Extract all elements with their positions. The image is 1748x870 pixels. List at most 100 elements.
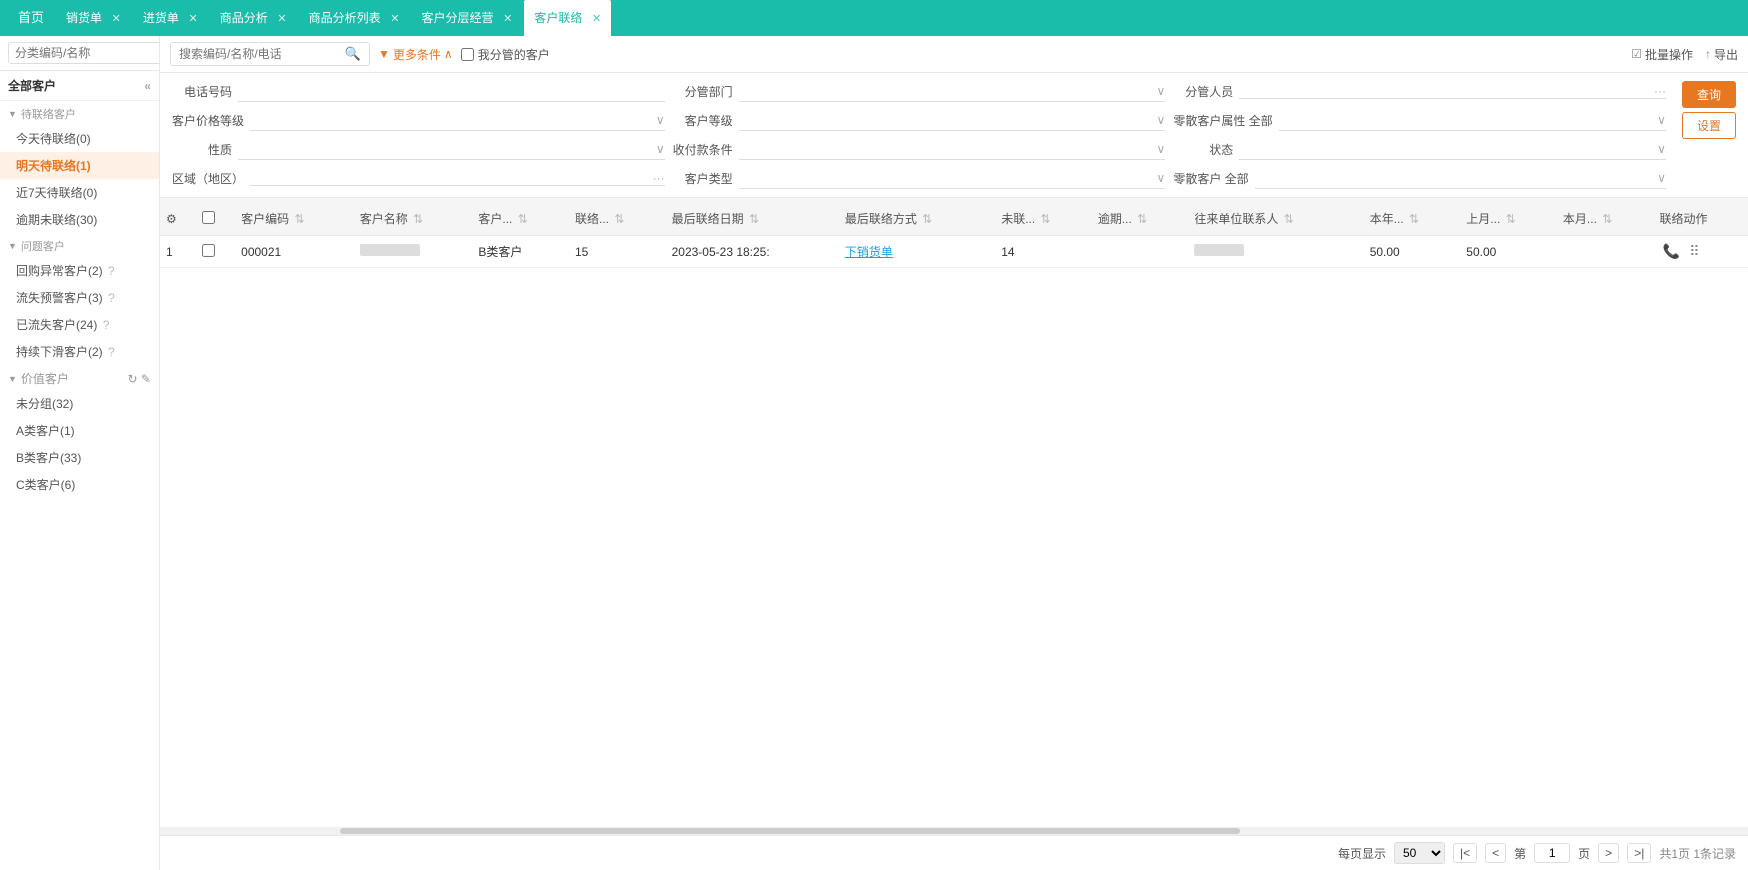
nav-customer-contact[interactable]: 客户联络 ✕: [524, 0, 611, 36]
sidebar-all-customers[interactable]: 全部客户 «: [0, 71, 159, 101]
nav-goods-list-close[interactable]: ✕: [390, 13, 399, 25]
filter-dept-select[interactable]: ∨: [739, 81, 1166, 102]
col-code[interactable]: 客户编码 ⇅: [235, 202, 354, 236]
row-this-year: 50.00: [1364, 236, 1461, 268]
sidebar-item-tomorrow[interactable]: 明天待联络(1): [0, 152, 159, 179]
select-all-checkbox[interactable]: [202, 211, 215, 224]
row-index: 1: [160, 236, 196, 268]
sort-icon-company: ⇅: [1284, 212, 1294, 226]
action-more-icon[interactable]: ⠿: [1689, 243, 1699, 259]
filter-dept-arrow: ∨: [1157, 84, 1166, 98]
filter-customer-type-select[interactable]: ∨: [739, 168, 1166, 189]
filter-price-level-select[interactable]: ∨: [250, 110, 665, 131]
next-page-button[interactable]: >: [1598, 843, 1619, 863]
filter-retail-select[interactable]: ∨: [1255, 168, 1666, 189]
sidebar-item-declining[interactable]: 持续下滑客户(2) ?: [0, 338, 159, 365]
filter-payment-select[interactable]: ∨: [739, 139, 1166, 160]
col-type[interactable]: 客户... ⇅: [472, 202, 569, 236]
sidebar-item-today[interactable]: 今天待联络(0): [0, 125, 159, 152]
nav-home[interactable]: 首页: [8, 0, 54, 36]
col-last-method[interactable]: 最后联络方式 ⇅: [839, 202, 995, 236]
sidebar-item-repurchase[interactable]: 回购异常客户(2) ?: [0, 257, 159, 284]
my-customers-checkbox-area[interactable]: 我分管的客户: [461, 46, 550, 63]
sidebar-item-lost[interactable]: 已流失客户(24) ?: [0, 311, 159, 338]
col-overdue[interactable]: 逾期... ⇅: [1092, 202, 1189, 236]
main-search-icon[interactable]: 🔍: [345, 46, 361, 62]
sidebar-item-ungrouped[interactable]: 未分组(32): [0, 390, 159, 417]
table-header-row: ⚙ 客户编码 ⇅ 客户名称 ⇅ 客户... ⇅ 联络... ⇅ 最后联络日期 ⇅…: [160, 202, 1748, 236]
nav-purchase-close[interactable]: ✕: [189, 13, 198, 25]
col-this-month[interactable]: 本月... ⇅: [1557, 202, 1654, 236]
nav-goods-analysis-close[interactable]: ✕: [277, 13, 286, 25]
col-last-month[interactable]: 上月... ⇅: [1460, 202, 1557, 236]
col-checkbox[interactable]: [196, 202, 235, 236]
row-company-contact: [1188, 236, 1363, 268]
row-last-method[interactable]: 下销货单: [839, 236, 995, 268]
filter-region-dots[interactable]: ···: [653, 171, 665, 185]
sort-icon-this-month: ⇅: [1602, 212, 1612, 226]
row-contact-count: 15: [569, 236, 666, 268]
row-checkbox-cell[interactable]: [196, 236, 235, 268]
filter-phone-input[interactable]: [238, 81, 665, 102]
filter-price-level-arrow: ∨: [656, 113, 665, 127]
set-button[interactable]: 设置: [1682, 112, 1736, 139]
filter-customer-level-label: 客户等级: [673, 112, 733, 129]
last-page-button[interactable]: >|: [1627, 843, 1651, 863]
nav-customer-tier-close[interactable]: ✕: [503, 13, 512, 25]
query-button[interactable]: 查询: [1682, 81, 1736, 108]
page-size-select[interactable]: 50 100 200: [1394, 842, 1445, 864]
col-last-date[interactable]: 最后联络日期 ⇅: [666, 202, 839, 236]
action-phone-icon[interactable]: 📞: [1663, 243, 1680, 259]
sidebar-item-overdue[interactable]: 逾期未联络(30): [0, 206, 159, 233]
sidebar-item-class-c[interactable]: C类客户(6): [0, 471, 159, 498]
page-input[interactable]: [1534, 843, 1570, 863]
table-wrapper: ⚙ 客户编码 ⇅ 客户名称 ⇅ 客户... ⇅ 联络... ⇅ 最后联络日期 ⇅…: [160, 202, 1748, 827]
funnel-icon: ▼: [378, 47, 390, 61]
prev-page-button[interactable]: <: [1485, 843, 1506, 863]
nav-customer-tier[interactable]: 客户分层经营 ✕: [411, 0, 522, 36]
last-method-link[interactable]: 下销货单: [845, 245, 893, 259]
nav-goods-analysis[interactable]: 商品分析 ✕: [210, 0, 297, 36]
filter-payment: 收付款条件 ∨: [673, 139, 1166, 160]
my-customers-checkbox[interactable]: [461, 48, 474, 61]
col-contact-count[interactable]: 联络... ⇅: [569, 202, 666, 236]
filter-retail-attr-arrow: ∨: [1657, 113, 1666, 127]
main-search-input[interactable]: [179, 47, 341, 61]
filter-nature-label: 性质: [172, 141, 232, 158]
filter-status-select[interactable]: ∨: [1239, 139, 1666, 160]
first-page-button[interactable]: |<: [1453, 843, 1477, 863]
col-company-contact[interactable]: 往来单位联系人 ⇅: [1188, 202, 1363, 236]
export-button[interactable]: ↑ 导出: [1705, 46, 1738, 63]
nav-sales[interactable]: 销货单 ✕: [56, 0, 131, 36]
toolbar: 🔍 ▼ 更多条件 ∧ 我分管的客户 ☑ 批量操作 ↑ 导出: [160, 36, 1748, 73]
scroll-thumb[interactable]: [340, 828, 1240, 834]
table-footer: 每页显示 50 100 200 |< < 第 页 > >| 共1页 1条记录: [160, 835, 1748, 870]
col-this-year[interactable]: 本年... ⇅: [1364, 202, 1461, 236]
sidebar-item-lost-warning[interactable]: 流失预警客户(3) ?: [0, 284, 159, 311]
more-filters-button[interactable]: ▼ 更多条件 ∧: [378, 46, 453, 63]
filter-payment-arrow: ∨: [1157, 142, 1166, 156]
row-checkbox[interactable]: [202, 244, 215, 257]
sidebar-search-input[interactable]: [8, 42, 160, 64]
row-last-date: 2023-05-23 18:25:: [666, 236, 839, 268]
filter-manager-dots[interactable]: ···: [1654, 84, 1666, 98]
filter-customer-level-select[interactable]: ∨: [739, 110, 1166, 131]
nav-customer-contact-close[interactable]: ✕: [592, 13, 601, 25]
filter-nature-select[interactable]: ∨: [238, 139, 665, 160]
content-area: 🔍 ▼ 更多条件 ∧ 我分管的客户 ☑ 批量操作 ↑ 导出: [160, 36, 1748, 870]
filter-row-2: 客户价格等级 ∨ 客户等级 ∨: [172, 110, 1666, 131]
filter-retail-attr-select[interactable]: ∨: [1279, 110, 1666, 131]
help-icon-declining: ?: [108, 345, 115, 359]
sidebar-item-class-a[interactable]: A类客户(1): [0, 417, 159, 444]
horizontal-scrollbar[interactable]: [160, 827, 1748, 835]
sidebar-item-week[interactable]: 近7天待联络(0): [0, 179, 159, 206]
filter-customer-type-label: 客户类型: [673, 170, 733, 187]
sidebar-item-class-b[interactable]: B类客户(33): [0, 444, 159, 471]
nav-sales-close[interactable]: ✕: [112, 13, 121, 25]
col-settings[interactable]: ⚙: [160, 202, 196, 236]
col-name[interactable]: 客户名称 ⇅: [354, 202, 473, 236]
col-not-contacted[interactable]: 未联... ⇅: [995, 202, 1092, 236]
batch-ops-button[interactable]: ☑ 批量操作: [1631, 46, 1693, 63]
nav-goods-list[interactable]: 商品分析列表 ✕: [299, 0, 410, 36]
nav-purchase[interactable]: 进货单 ✕: [133, 0, 208, 36]
